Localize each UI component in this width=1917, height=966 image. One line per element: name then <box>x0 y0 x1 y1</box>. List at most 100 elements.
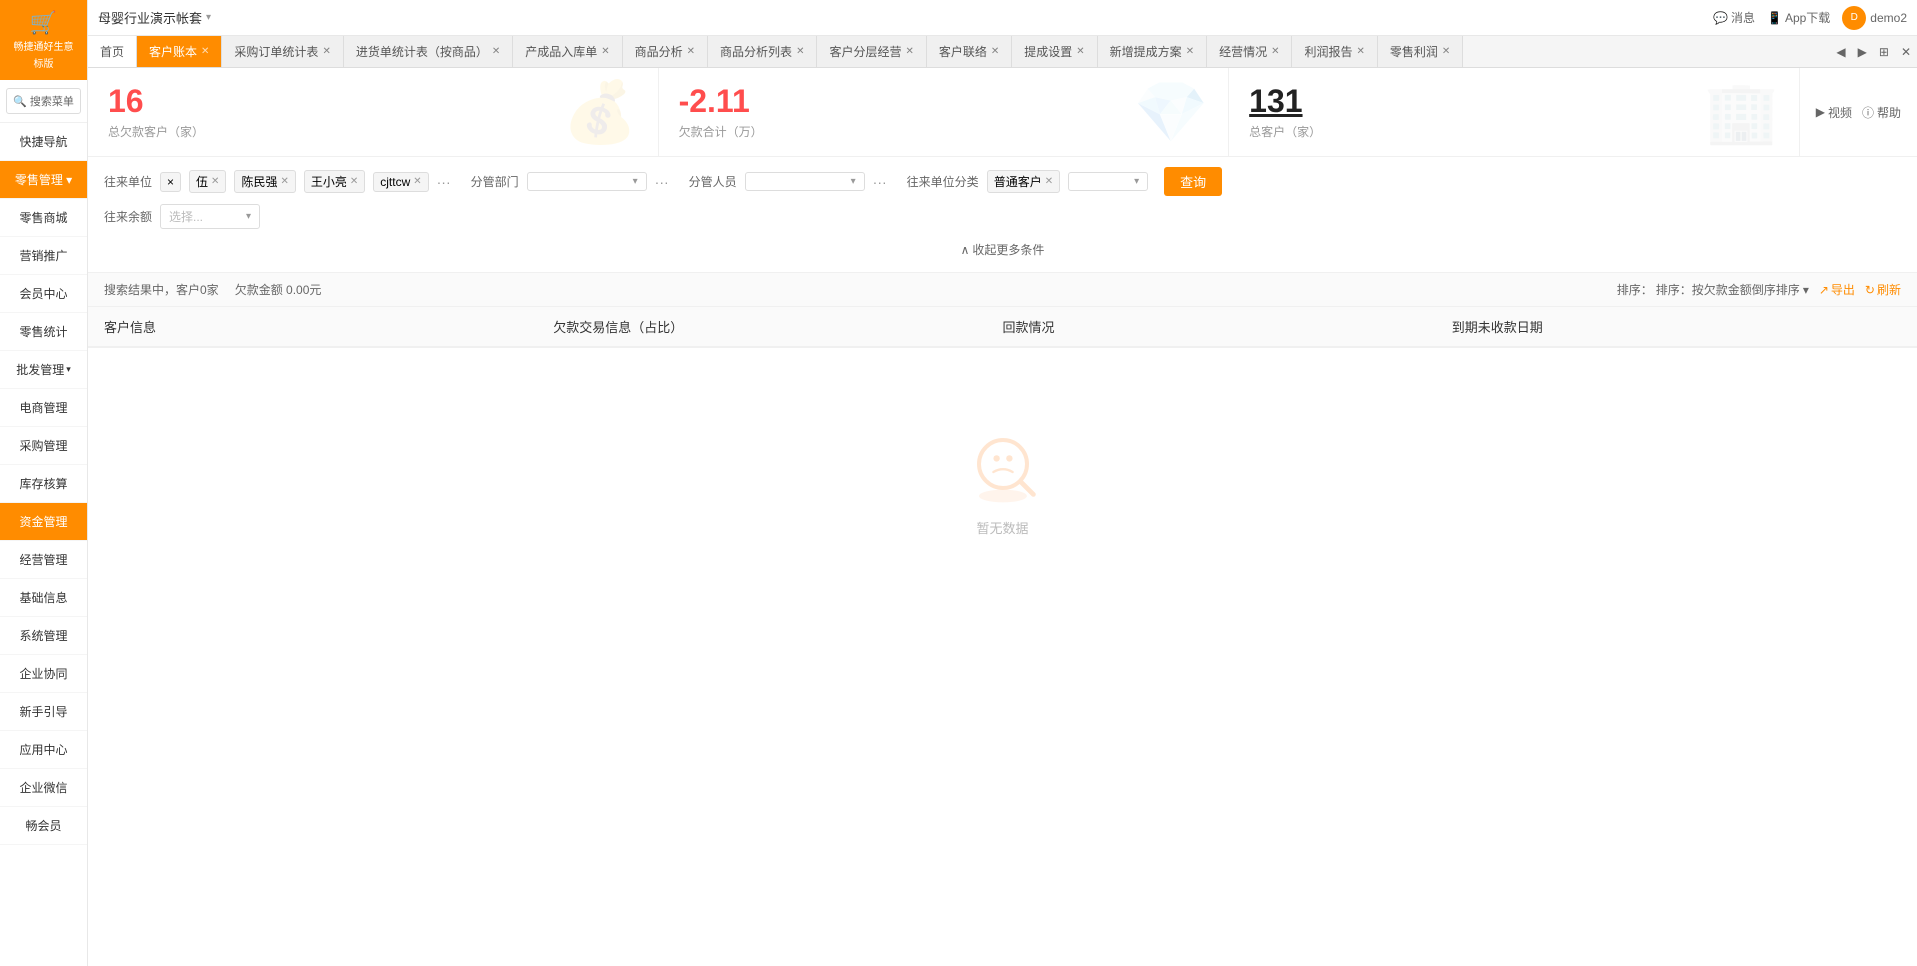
filter-tag-unit-wang-close[interactable]: ✕ <box>350 176 358 187</box>
tab-home[interactable]: 首页 <box>88 36 137 67</box>
dept-filter-select[interactable]: ▾ <box>527 172 647 191</box>
sidebar: 🛒 畅捷通好生意 标版 🔍 搜索菜单 快捷导航 零售管理 ▾ 零售商城 营销推广… <box>0 0 88 966</box>
user-avatar: D <box>1842 6 1866 30</box>
tab-retail-profit[interactable]: 零售利润 ✕ <box>1378 36 1463 67</box>
person-filter-extra[interactable]: ··· <box>873 174 887 190</box>
video-help-link[interactable]: ▶ 视频 <box>1816 104 1852 121</box>
query-button[interactable]: 查询 <box>1164 167 1222 196</box>
app-download-button[interactable]: 📱 App下载 <box>1767 9 1830 26</box>
tab-customer-tier-ops[interactable]: 客户分层经营 ✕ <box>817 36 926 67</box>
tab-business-overview[interactable]: 经营情况 ✕ <box>1207 36 1292 67</box>
sidebar-item-wholesale-mgmt[interactable]: 批发管理 ▾ <box>0 351 87 389</box>
close-icon[interactable]: ✕ <box>1186 46 1194 57</box>
tab-close-all-button[interactable]: ✕ <box>1895 41 1917 63</box>
table-col-due-date: 到期未收款日期 <box>1452 317 1901 336</box>
filter-tag-unit-cjttcw[interactable]: cjttcw ✕ <box>373 172 428 192</box>
tab-product-analysis[interactable]: 商品分析 ✕ <box>623 36 708 67</box>
empty-icon <box>963 428 1043 508</box>
tab-purchase-order-stats[interactable]: 采购订单统计表 ✕ <box>222 36 343 67</box>
store-name: 母婴行业演示帐套 <box>98 8 202 27</box>
results-bar: 搜索结果中，客户0家 欠款金额 0.00元 排序：排序：按欠款金额倒序排序 ▾ … <box>88 273 1917 307</box>
tab-prev-button[interactable]: ◀ <box>1830 41 1851 63</box>
tab-product-analysis-label: 商品分析 <box>635 43 683 60</box>
dept-filter-extra[interactable]: ··· <box>655 174 669 190</box>
filter-tag-unit-x[interactable]: × <box>160 172 181 192</box>
stat-block-total-customers: 🏢 131 总客户（家） <box>1229 68 1800 156</box>
close-icon[interactable]: ✕ <box>492 46 500 57</box>
close-icon[interactable]: ✕ <box>201 46 209 57</box>
dept-chevron-icon: ▾ <box>633 176 638 187</box>
tab-new-commission-plan[interactable]: 新增提成方案 ✕ <box>1098 36 1207 67</box>
sidebar-item-inventory[interactable]: 库存核算 <box>0 465 87 503</box>
sidebar-item-enterprise-collab[interactable]: 企业协同 <box>0 655 87 693</box>
tab-next-button[interactable]: ▶ <box>1852 41 1873 63</box>
balance-filter-select[interactable]: 选择... ▾ <box>160 204 260 229</box>
sidebar-item-retail-stats[interactable]: 零售统计 <box>0 313 87 351</box>
export-button[interactable]: ↗ 导出 <box>1819 281 1855 298</box>
tab-customer-ledger[interactable]: 客户账本 ✕ <box>137 36 222 67</box>
filter-tag-category-normal[interactable]: 普通客户 ✕ <box>987 170 1060 193</box>
chevron-down-icon: ▾ <box>66 364 71 375</box>
filter-tag-category-close[interactable]: ✕ <box>1045 176 1053 187</box>
tab-purchase-order-stats-label: 采购订单统计表 <box>234 43 318 60</box>
tab-profit-report[interactable]: 利润报告 ✕ <box>1292 36 1377 67</box>
stat-block-customers: 💰 16 总欠款客户（家） <box>88 68 659 156</box>
close-icon[interactable]: ✕ <box>1442 46 1450 57</box>
close-icon[interactable]: ✕ <box>1271 46 1279 57</box>
sidebar-item-new-guide[interactable]: 新手引导 <box>0 693 87 731</box>
filter-tag-unit-wu-label: 伍 <box>196 173 208 190</box>
stat-icon-money: 💰 <box>563 77 638 148</box>
tab-commission-settings[interactable]: 提成设置 ✕ <box>1012 36 1097 67</box>
filter-tag-unit-chen-close[interactable]: ✕ <box>280 176 288 187</box>
filter-tag-unit-wu-close[interactable]: ✕ <box>211 176 219 187</box>
sidebar-item-marketing[interactable]: 营销推广 <box>0 237 87 275</box>
filter-tag-unit-cjttcw-close[interactable]: ✕ <box>413 176 421 187</box>
close-icon[interactable]: ✕ <box>905 46 913 57</box>
tab-product-analysis-list[interactable]: 商品分析列表 ✕ <box>708 36 817 67</box>
sort-selector[interactable]: 排序：排序：按欠款金额倒序排序 ▾ <box>1617 281 1809 298</box>
table-col-customer-info: 客户信息 <box>104 317 553 336</box>
filter-tag-unit-wu[interactable]: 伍 ✕ <box>189 170 226 193</box>
close-icon[interactable]: ✕ <box>796 46 804 57</box>
sidebar-item-quick-nav[interactable]: 快捷导航 <box>0 123 87 161</box>
sidebar-item-retail-mgmt[interactable]: 零售管理 ▾ <box>0 161 87 199</box>
tab-commission-settings-label: 提成设置 <box>1024 43 1072 60</box>
tab-more-button[interactable]: ⊞ <box>1873 41 1895 63</box>
filter-tag-unit-chen[interactable]: 陈民强 ✕ <box>234 170 295 193</box>
export-label: 导出 <box>1831 281 1855 298</box>
tab-finished-goods-in[interactable]: 产成品入库单 ✕ <box>513 36 622 67</box>
filter-tag-unit-wang[interactable]: 王小亮 ✕ <box>304 170 365 193</box>
close-icon[interactable]: ✕ <box>601 46 609 57</box>
help-link[interactable]: ⓘ 帮助 <box>1862 104 1901 121</box>
sidebar-item-wechat-work[interactable]: 企业微信 <box>0 769 87 807</box>
close-icon[interactable]: ✕ <box>991 46 999 57</box>
app-icon: 📱 <box>1767 11 1782 25</box>
sidebar-item-member-center[interactable]: 会员中心 <box>0 275 87 313</box>
collapse-filter-button[interactable]: ∧ 收起更多条件 <box>104 237 1901 262</box>
close-icon[interactable]: ✕ <box>1076 46 1084 57</box>
category-filter-select[interactable]: ▾ <box>1068 172 1148 191</box>
filter-more-tags[interactable]: ··· <box>437 174 451 190</box>
close-icon[interactable]: ✕ <box>687 46 695 57</box>
tab-purchase-stats-by-product[interactable]: 进货单统计表（按商品） ✕ <box>344 36 513 67</box>
close-icon[interactable]: ✕ <box>322 46 330 57</box>
message-button[interactable]: 💬 消息 <box>1713 9 1755 26</box>
sidebar-search-button[interactable]: 🔍 搜索菜单 <box>6 88 81 114</box>
sidebar-item-vip[interactable]: 畅会员 <box>0 807 87 845</box>
sidebar-item-procurement[interactable]: 采购管理 <box>0 427 87 465</box>
user-menu[interactable]: D demo2 <box>1842 6 1907 30</box>
store-selector[interactable]: 母婴行业演示帐套 ▾ <box>98 8 211 27</box>
sidebar-item-finance[interactable]: 资金管理 <box>0 503 87 541</box>
person-filter-select[interactable]: ▾ <box>745 172 865 191</box>
sidebar-item-business-mgmt[interactable]: 经营管理 <box>0 541 87 579</box>
stat-label-total-customers: 总客户（家） <box>1249 123 1321 140</box>
sidebar-item-system-mgmt[interactable]: 系统管理 <box>0 617 87 655</box>
sidebar-item-app-center[interactable]: 应用中心 <box>0 731 87 769</box>
app-download-label: App下载 <box>1785 9 1830 26</box>
sidebar-item-ecommerce[interactable]: 电商管理 <box>0 389 87 427</box>
tab-customer-contact[interactable]: 客户联络 ✕ <box>927 36 1012 67</box>
refresh-button[interactable]: ↻ 刷新 <box>1865 281 1901 298</box>
sidebar-item-basic-info[interactable]: 基础信息 <box>0 579 87 617</box>
sidebar-item-retail-mall[interactable]: 零售商城 <box>0 199 87 237</box>
close-icon[interactable]: ✕ <box>1357 46 1365 57</box>
